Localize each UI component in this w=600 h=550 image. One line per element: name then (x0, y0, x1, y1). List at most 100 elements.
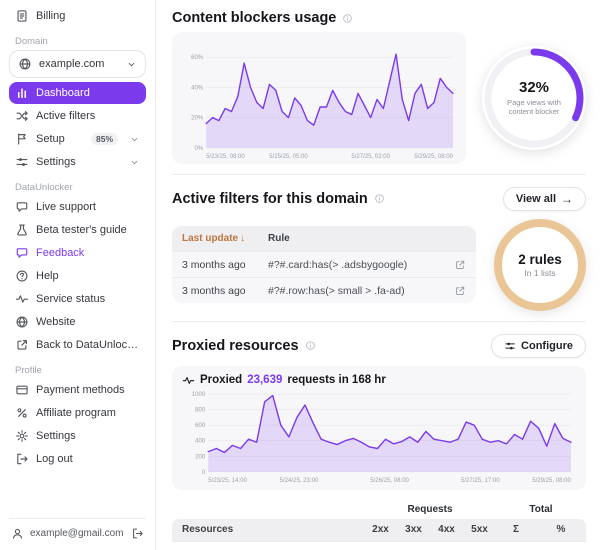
sidebar-item-billing[interactable]: Billing (9, 5, 146, 27)
sidebar-item-label: example.com (39, 58, 105, 70)
sidebar-nav: Billing Domain example.com Dashboard Active … (9, 4, 146, 471)
sidebar-item-dashboard[interactable]: Dashboard (9, 82, 146, 104)
sidebar-item-beta-tester-s-guide[interactable]: Beta tester's guide (9, 219, 146, 241)
column-header-rule[interactable]: Rule (268, 233, 442, 244)
proxied-resources-header: Proxied resources Configure (172, 333, 586, 358)
content-blockers-title: Content blockers usage (172, 10, 353, 26)
svg-text:20%: 20% (191, 116, 204, 122)
user-email: example@gmail.com (30, 528, 124, 539)
gear-icon (15, 429, 29, 443)
sidebar-item-settings[interactable]: Settings (9, 151, 146, 173)
gauge-label: Page views with content blocker (507, 97, 561, 117)
svg-text:60%: 60% (191, 55, 204, 61)
proxied-requests-chart: 0 200 400 600 800 1000 5/23/25, 14:00 5/24/25, … (192, 392, 572, 484)
sidebar: Billing Domain example.com Dashboard Active … (0, 0, 156, 550)
sidebar-item-label: Website (36, 316, 76, 328)
sidebar-item-log-out[interactable]: Log out (9, 448, 146, 470)
filters-table-header: Last update ↓ Rule (172, 226, 476, 252)
sidebar-item-website[interactable]: Website (9, 311, 146, 333)
column-header-label: Last update (182, 233, 239, 245)
column-header-last-update[interactable]: Last update ↓ (182, 233, 268, 244)
sidebar-item-payment-methods[interactable]: Payment methods (9, 379, 146, 401)
card-icon (15, 383, 29, 397)
help-icon (15, 269, 29, 283)
sidebar-item-live-support[interactable]: Live support (9, 196, 146, 218)
blocker-gauge: 32% Page views with content blocker (482, 45, 586, 150)
active-filters-title: Active filters for this domain (172, 191, 385, 207)
chevron-down-icon (126, 59, 137, 70)
column-header-[interactable]: Σ (496, 524, 536, 535)
domain-selector[interactable]: example.com (9, 50, 146, 78)
section-title-text: Proxied resources (172, 337, 299, 354)
proxied-caption: Proxied 23,639 requests in 168 hr (182, 374, 576, 387)
sidebar-item-affiliate-program[interactable]: Affiliate program (9, 402, 146, 424)
chat-icon (15, 200, 29, 214)
sidebar-item-label: Live support (36, 201, 96, 213)
sidebar-item-label: Billing (36, 10, 66, 22)
active-filters-body: Last update ↓ Rule 3 months ago #?#.card:has… (172, 218, 586, 311)
sidebar-footer: example@gmail.com (9, 518, 146, 542)
column-header-5xx[interactable]: 5xx (463, 524, 496, 535)
app-window: Billing Domain example.com Dashboard Active … (0, 0, 600, 550)
svg-text:400: 400 (195, 439, 206, 445)
info-icon[interactable] (374, 193, 385, 204)
section-title-text: Active filters for this domain (172, 190, 368, 207)
view-all-button[interactable]: View all → (502, 186, 586, 211)
sort-descending-icon: ↓ (240, 233, 246, 245)
content-blockers-header: Content blockers usage (172, 10, 586, 26)
svg-text:40%: 40% (191, 85, 204, 91)
sidebar-section-label: Profile (15, 365, 42, 376)
info-icon[interactable] (305, 340, 316, 351)
section-title-text: Content blockers usage (172, 10, 337, 26)
external-icon (15, 338, 29, 352)
sidebar-item-service-status[interactable]: Service status (9, 288, 146, 310)
sidebar-item-label: Help (36, 270, 59, 282)
group-header-requests: Requests (407, 503, 453, 515)
feedback-icon (15, 246, 29, 260)
external-link-icon[interactable] (454, 285, 466, 297)
sidebar-item-active-filters[interactable]: Active filters (9, 105, 146, 127)
rule-last-update: 3 months ago (182, 284, 246, 297)
sidebar-item-back-to-dataunlocker-1-0[interactable]: Back to DataUnlocker 1.0 (9, 334, 146, 356)
active-filters-header: Active filters for this domain View all … (172, 186, 586, 211)
progress-badge: 85% (90, 133, 118, 145)
column-header-resources[interactable]: Resources (172, 524, 364, 535)
sidebar-item-help[interactable]: Help (9, 265, 146, 287)
external-link-icon[interactable] (454, 259, 466, 271)
sidebar-item-label: Dashboard (36, 87, 90, 99)
logout-icon[interactable] (131, 527, 144, 540)
blockers-usage-chart: 0% 20% 40% 60% 5/23/25, 08:00 5/25/25, 05:00 5… (191, 53, 454, 160)
rules-count-sub: In 1 lists (524, 267, 556, 278)
svg-text:200: 200 (195, 454, 206, 460)
info-icon[interactable] (342, 13, 353, 24)
svg-text:5/23/25, 08:00: 5/23/25, 08:00 (206, 154, 245, 160)
proxied-chart-card: Proxied 23,639 requests in 168 hr 0 200 40… (172, 365, 586, 490)
proxied-resources-title: Proxied resources (172, 338, 316, 354)
sidebar-section-label: Domain (15, 36, 48, 47)
sidebar-item-label: Affiliate program (36, 407, 116, 419)
configure-button[interactable]: Configure (491, 333, 586, 358)
sidebar-item-label: Back to DataUnlocker 1.0 (36, 339, 140, 351)
chevron-down-icon (129, 157, 140, 168)
sidebar-item-setup[interactable]: Setup 85% (9, 128, 146, 150)
resources-group-header: Requests Total (172, 500, 586, 519)
gauge-text: 32% Page views with content blocker (482, 46, 586, 150)
svg-text:5/29/25, 08:00: 5/29/25, 08:00 (414, 154, 453, 160)
sidebar-item-label: Active filters (36, 110, 96, 122)
column-header-4xx[interactable]: 4xx (430, 524, 463, 535)
resource-row: adtrafficquality.google2130002130.90% (172, 540, 586, 550)
svg-text:5/29/25, 08:00: 5/29/25, 08:00 (532, 478, 571, 484)
svg-text:0: 0 (202, 470, 206, 476)
column-header-2xx[interactable]: 2xx (364, 524, 397, 535)
column-header-[interactable]: % (536, 524, 586, 535)
svg-text:0%: 0% (194, 146, 203, 152)
column-header-3xx[interactable]: 3xx (397, 524, 430, 535)
filter-rule-row: 3 months ago #?#.row:has(> small > .fa-ad… (172, 277, 476, 303)
sidebar-item-feedback[interactable]: Feedback (9, 242, 146, 264)
svg-text:5/24/25, 23:00: 5/24/25, 23:00 (280, 478, 319, 484)
dashboard-icon (15, 86, 29, 100)
billing-icon (15, 9, 29, 23)
sidebar-item-settings[interactable]: Settings (9, 425, 146, 447)
logout-icon (15, 452, 29, 466)
sidebar-item-label: Beta tester's guide (36, 224, 127, 236)
